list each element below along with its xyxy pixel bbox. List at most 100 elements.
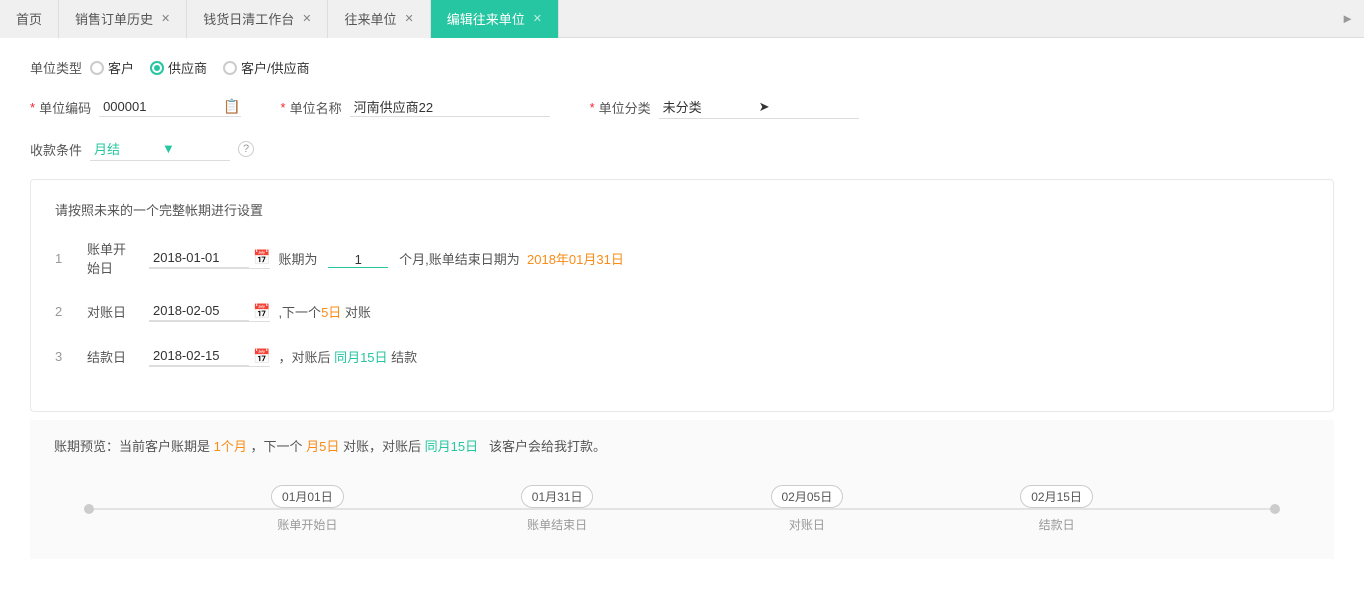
period-months-input[interactable] (328, 252, 388, 268)
tab-partner[interactable]: 往来单位 ✕ (328, 0, 430, 38)
unit-name-label: 单位名称 (290, 98, 342, 117)
tab-sales-history[interactable]: 销售订单历史 ✕ (59, 0, 187, 38)
code-copy-icon[interactable]: 📋 (223, 98, 240, 115)
timeline-label-4: 结款日 (1039, 516, 1075, 533)
period-end-date-highlight: 2018年01月31日 (527, 252, 624, 267)
preview-mid2: 对账，对账后 (343, 439, 421, 454)
reconcile-day-highlight: 5日 (321, 305, 341, 320)
timeline: 01月01日 账单开始日 01月31日 账单结束日 02月05日 对账日 (84, 475, 1280, 543)
tab-cash-work-label: 钱货日清工作台 (203, 9, 294, 28)
start-date-input[interactable] (149, 248, 249, 268)
payment-date-input-wrapper: 📅 (149, 346, 270, 367)
start-date-calendar-icon[interactable]: 📅 (253, 249, 270, 266)
preview-teal: 同月15日 (425, 439, 478, 454)
timeline-points: 01月01日 账单开始日 01月31日 账单结束日 02月05日 对账日 (84, 485, 1280, 533)
period-label-3: 结款日 (87, 347, 137, 366)
payment-dropdown[interactable]: 月结 ▼ (90, 137, 230, 161)
timeline-label-1: 账单开始日 (277, 516, 337, 533)
name-required-star: * (281, 100, 286, 115)
unit-code-field: * 单位编码 📋 (30, 97, 241, 117)
payment-value: 月结 (94, 139, 158, 158)
timeline-node-3: 02月05日 (771, 485, 844, 508)
preview-prefix: 账期预览：当前客户账期是 (54, 439, 210, 454)
preview-text: 账期预览：当前客户账期是 1个月 ，下一个 月5日 对账，对账后 同月15日 该… (54, 436, 1310, 455)
period-desc-1-prefix: 账期为 (278, 252, 317, 267)
unit-category-field: * 单位分类 未分类 ➤ (590, 95, 859, 119)
unit-category-label: 单位分类 (599, 98, 651, 117)
radio-customer-supplier-label: 客户/供应商 (241, 58, 310, 77)
timeline-node-2: 01月31日 (521, 485, 594, 508)
radio-supplier-label: 供应商 (168, 58, 207, 77)
period-desc-3: ，对账后 同月15日 结款 (278, 347, 417, 366)
payment-date-calendar-icon[interactable]: 📅 (253, 348, 270, 365)
tab-cash-work[interactable]: 钱货日清工作台 ✕ (187, 0, 328, 38)
radio-customer[interactable]: 客户 (90, 58, 134, 77)
unit-type-row: 单位类型 客户 供应商 客户/供应商 (30, 58, 1334, 77)
unit-type-label: 单位类型 (30, 58, 82, 77)
tab-sales-history-label: 销售订单历史 (75, 9, 153, 28)
tab-bar: 首页 销售订单历史 ✕ 钱货日清工作台 ✕ 往来单位 ✕ 编辑往来单位 ✕ ► (0, 0, 1364, 38)
tab-overflow-chevron[interactable]: ► (1331, 11, 1364, 26)
timeline-start-dot (84, 485, 94, 533)
timeline-end-circle (1270, 504, 1280, 514)
code-required-star: * (30, 100, 35, 115)
category-dropdown-arrow: ➤ (759, 99, 855, 115)
timeline-end-dot (1270, 485, 1280, 533)
radio-customer-supplier-circle (223, 61, 237, 75)
tab-home[interactable]: 首页 (0, 0, 59, 38)
radio-customer-label: 客户 (108, 58, 134, 77)
timeline-label-3: 对账日 (789, 516, 825, 533)
payment-label: 收款条件 (30, 140, 82, 159)
category-required-star: * (590, 100, 595, 115)
tab-edit-partner[interactable]: 编辑往来单位 ✕ (431, 0, 559, 38)
timeline-point-4: 02月15日 结款日 (1020, 485, 1093, 533)
close-sales-history[interactable]: ✕ (161, 12, 170, 25)
unit-type-radio-group: 客户 供应商 客户/供应商 (90, 58, 310, 77)
unit-name-field: * 单位名称 (281, 97, 550, 117)
period-title: 请按照未来的一个完整帐期进行设置 (55, 200, 1309, 219)
timeline-node-1: 01月01日 (271, 485, 344, 508)
timeline-node-4: 02月15日 (1020, 485, 1093, 508)
unit-code-label: 单位编码 (39, 98, 91, 117)
timeline-point-3: 02月05日 对账日 (771, 485, 844, 533)
period-label-1: 账单开始日 (87, 239, 137, 277)
unit-category-value: 未分类 (663, 97, 759, 116)
preview-mid1: ，下一个 (251, 439, 303, 454)
unit-category-dropdown[interactable]: 未分类 ➤ (659, 95, 859, 119)
reconcile-date-calendar-icon[interactable]: 📅 (253, 303, 270, 320)
tab-home-label: 首页 (16, 9, 42, 28)
period-num-1: 1 (55, 251, 75, 266)
timeline-label-2: 账单结束日 (527, 516, 587, 533)
preview-orange1: 1个月 (214, 439, 247, 454)
tab-partner-label: 往来单位 (344, 9, 396, 28)
timeline-start-circle (84, 504, 94, 514)
preview-suffix: 该客户会给我打款。 (489, 439, 606, 454)
period-label-2: 对账日 (87, 302, 137, 321)
close-partner[interactable]: ✕ (405, 12, 414, 25)
period-settings-box: 请按照未来的一个完整帐期进行设置 1 账单开始日 📅 账期为 个月,账单结束日期… (30, 179, 1334, 412)
timeline-point-2: 01月31日 账单结束日 (521, 485, 594, 533)
unit-name-input[interactable] (350, 97, 550, 117)
period-row-3: 3 结款日 📅 ，对账后 同月15日 结款 (55, 346, 1309, 367)
start-date-input-wrapper: 📅 (149, 248, 270, 269)
radio-supplier-circle (150, 61, 164, 75)
period-num-2: 2 (55, 304, 75, 319)
timeline-point-1: 01月01日 账单开始日 (271, 485, 344, 533)
close-cash-work[interactable]: ✕ (302, 12, 311, 25)
payment-date-input[interactable] (149, 346, 249, 366)
close-edit-partner[interactable]: ✕ (533, 12, 542, 25)
radio-customer-circle (90, 61, 104, 75)
tab-edit-partner-label: 编辑往来单位 (447, 9, 525, 28)
main-content: 单位类型 客户 供应商 客户/供应商 * 单位编码 📋 (0, 38, 1364, 608)
period-row-2: 2 对账日 📅 ,下一个5日 对账 (55, 301, 1309, 322)
reconcile-date-input-wrapper: 📅 (149, 301, 270, 322)
radio-customer-supplier[interactable]: 客户/供应商 (223, 58, 310, 77)
payment-help-icon[interactable]: ? (238, 141, 254, 157)
payment-dropdown-arrow: ▼ (162, 141, 226, 156)
radio-supplier[interactable]: 供应商 (150, 58, 207, 77)
period-row-1: 1 账单开始日 📅 账期为 个月,账单结束日期为 2018年01月31日 (55, 239, 1309, 277)
period-num-3: 3 (55, 349, 75, 364)
period-desc-1: 账期为 个月,账单结束日期为 2018年01月31日 (278, 249, 623, 268)
unit-code-input[interactable] (99, 97, 219, 116)
reconcile-date-input[interactable] (149, 301, 249, 321)
